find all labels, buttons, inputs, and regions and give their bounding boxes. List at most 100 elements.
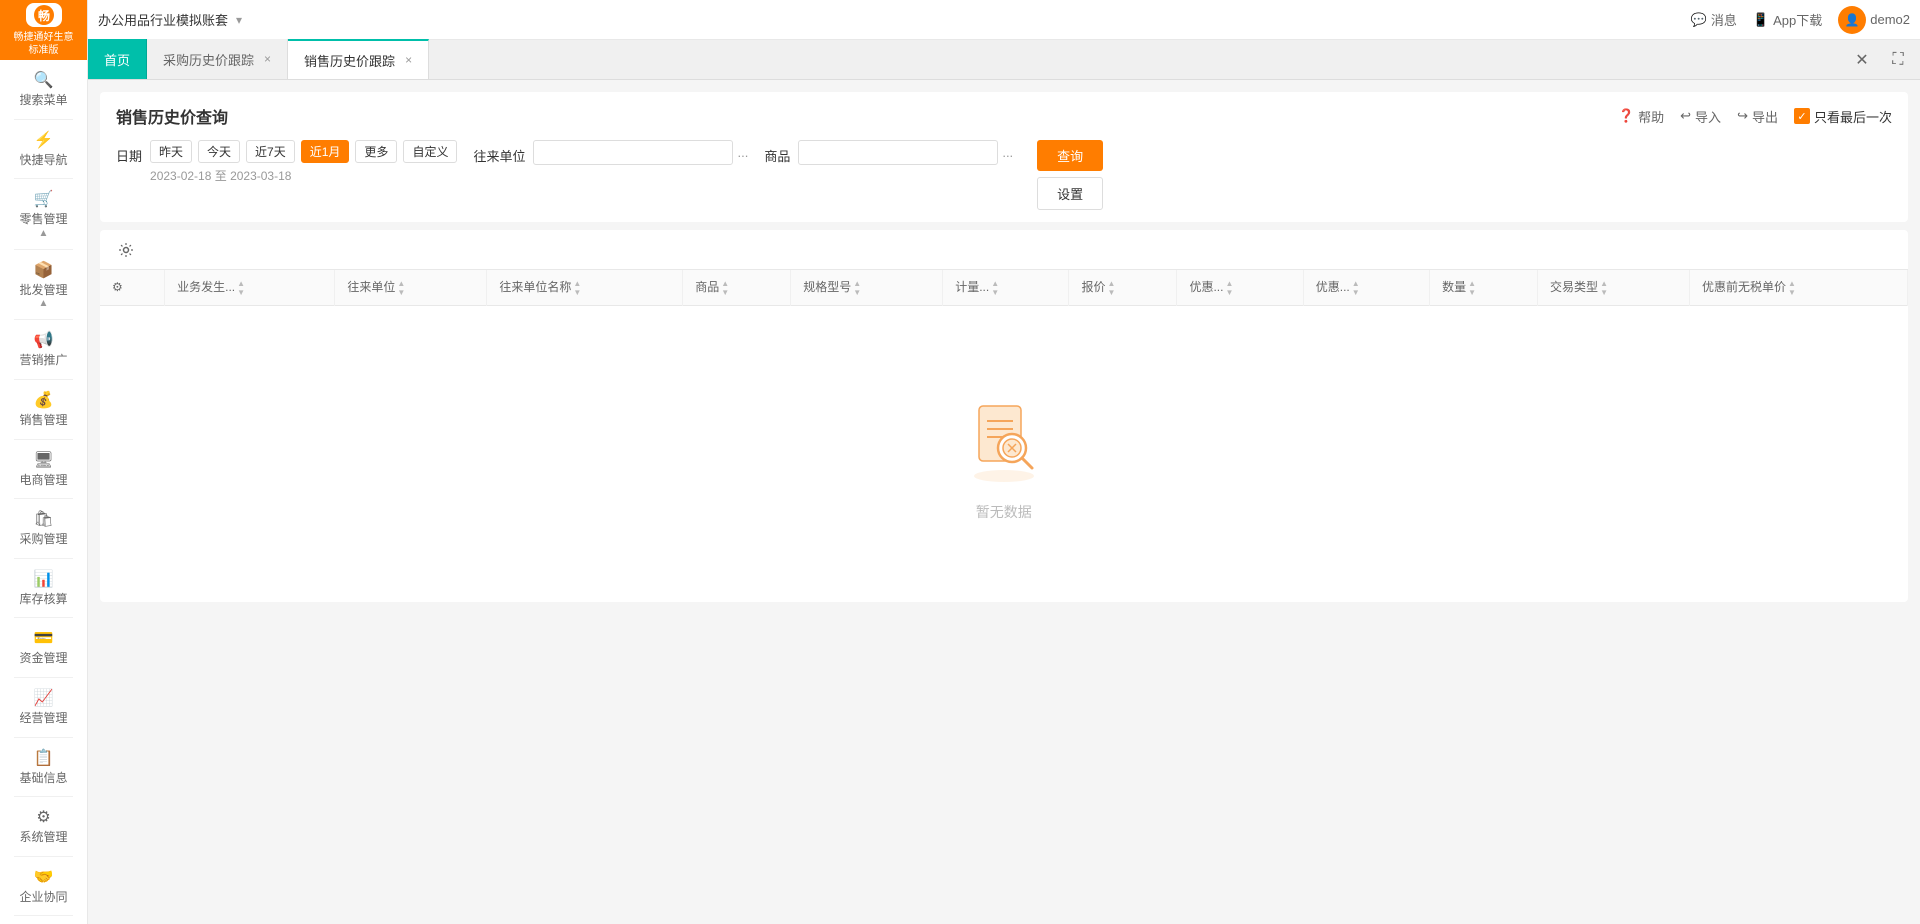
only-last-checkbox[interactable]: ✓ 只看最后一次 <box>1794 107 1892 126</box>
date-preset-近1月[interactable]: 近1月 <box>301 140 350 163</box>
sort-arrows: ▲▼ <box>1352 279 1360 297</box>
topbar-dropdown-icon[interactable]: ▾ <box>236 13 242 27</box>
col-header-partner_name[interactable]: 往来单位名称▲▼ <box>487 270 683 305</box>
topbar-app-title: 办公用品行业模拟账套 <box>98 10 228 29</box>
date-preset-昨天[interactable]: 昨天 <box>150 140 192 163</box>
sidebar-label-ecommerce: 电商管理 <box>19 473 67 489</box>
date-preset-更多[interactable]: 更多 <box>355 140 397 163</box>
sidebar-label-search: 搜索菜单 <box>19 93 67 109</box>
col-header-discount2[interactable]: 优惠...▲▼ <box>1303 270 1429 305</box>
sidebar-item-guide[interactable]: 🎯 新手引导 <box>14 916 72 924</box>
date-label: 日期 <box>116 140 142 165</box>
sidebar-item-marketing[interactable]: 📢 营销推广 <box>14 320 72 380</box>
sidebar-item-retail[interactable]: 🛒 零售管理 ▲ <box>14 179 72 250</box>
fullscreen-btn[interactable]: ⛶ <box>1884 46 1912 74</box>
sidebar-item-sales[interactable]: 💰 销售管理 <box>14 380 72 440</box>
tab-sales-history[interactable]: 销售历史价跟踪× <box>288 39 429 79</box>
col-header-discount1[interactable]: 优惠...▲▼ <box>1177 270 1303 305</box>
page-content: 销售历史价查询 ❓ 帮助 ↩ 导入 ↪ 导出 ✓ <box>88 80 1920 924</box>
sidebar-item-finance[interactable]: 💳 资金管理 <box>14 618 72 678</box>
sidebar-item-ecommerce[interactable]: 🖥 电商管理 <box>14 440 72 500</box>
app-download-btn[interactable]: 📱 App下载 <box>1753 10 1822 29</box>
checkbox-icon: ✓ <box>1794 108 1810 124</box>
sort-arrows: ▲▼ <box>1600 279 1608 297</box>
col-header-unit[interactable]: 计量...▲▼ <box>943 270 1069 305</box>
partner-label: 往来单位 <box>473 140 525 165</box>
date-preset-自定义[interactable]: 自定义 <box>403 140 457 163</box>
sort-arrows: ▲▼ <box>237 279 245 297</box>
empty-text: 暂无数据 <box>976 502 1032 522</box>
inventory-icon: 📊 <box>34 569 54 589</box>
date-preset-今天[interactable]: 今天 <box>198 140 240 163</box>
col-header-trade_type[interactable]: 交易类型▲▼ <box>1538 270 1690 305</box>
sidebar-label-system: 系统管理 <box>19 830 67 846</box>
import-btn[interactable]: ↩ 导入 <box>1680 107 1721 126</box>
sidebar-item-operations[interactable]: 📈 经营管理 <box>14 678 72 738</box>
tab-home[interactable]: 首页 <box>88 39 147 79</box>
query-panel: 销售历史价查询 ❓ 帮助 ↩ 导入 ↪ 导出 ✓ <box>100 92 1908 222</box>
sidebar-label-quick-nav: 快捷导航 <box>19 153 67 169</box>
col-header-spec[interactable]: 规格型号▲▼ <box>791 270 943 305</box>
sidebar-label-inventory: 库存核算 <box>19 592 67 608</box>
sidebar-label-finance: 资金管理 <box>19 651 67 667</box>
table-settings-icon[interactable] <box>112 236 140 264</box>
sort-arrows: ▲▼ <box>1468 279 1476 297</box>
sidebar-item-basic[interactable]: 📋 基础信息 <box>14 738 72 798</box>
col-header-biz_date[interactable]: 业务发生...▲▼ <box>165 270 335 305</box>
settings-button[interactable]: 设置 <box>1037 177 1103 210</box>
col-header-quote[interactable]: 报价▲▼ <box>1069 270 1177 305</box>
query-button[interactable]: 查询 <box>1037 140 1103 171</box>
partner-input[interactable] <box>533 140 733 165</box>
empty-icon <box>954 386 1054 486</box>
goods-input[interactable] <box>798 140 998 165</box>
date-preset-近7天[interactable]: 近7天 <box>246 140 295 163</box>
empty-state: 暂无数据 <box>100 306 1908 602</box>
export-icon: ↪ <box>1737 108 1748 124</box>
sidebar-item-system[interactable]: ⚙ 系统管理 <box>14 797 72 857</box>
export-label: 导出 <box>1752 107 1778 126</box>
only-last-label: 只看最后一次 <box>1814 107 1892 126</box>
logo-icon: 畅 <box>26 3 62 27</box>
partner-filter: 往来单位 ... <box>473 140 748 165</box>
finance-icon: 💳 <box>34 628 54 648</box>
help-icon: ❓ <box>1618 108 1634 124</box>
col-header-qty[interactable]: 数量▲▼ <box>1430 270 1538 305</box>
message-btn[interactable]: 💬 消息 <box>1691 10 1737 29</box>
close-tab-purchase-history[interactable]: × <box>264 52 271 66</box>
sidebar-item-search[interactable]: 🔍 搜索菜单 <box>14 60 72 120</box>
partner-input-group: ... <box>533 140 748 165</box>
sidebar-item-purchase[interactable]: 🛍 采购管理 <box>14 499 72 559</box>
query-panel-header: 销售历史价查询 ❓ 帮助 ↩ 导入 ↪ 导出 ✓ <box>116 104 1892 128</box>
enterprise-icon: 🤝 <box>34 867 54 887</box>
col-header-goods[interactable]: 商品▲▼ <box>683 270 791 305</box>
action-buttons: 查询 设置 <box>1037 140 1103 210</box>
date-range-text: 2023-02-18 至 2023-03-18 <box>150 167 457 184</box>
filter-row: 日期 昨天今天近7天近1月更多自定义 2023-02-18 至 2023-03-… <box>116 140 1892 210</box>
tabbar: 首页采购历史价跟踪×销售历史价跟踪× ✕ ⛶ <box>88 40 1920 80</box>
avatar-icon: 👤 <box>1845 13 1860 27</box>
close-tab-btn[interactable]: ✕ <box>1848 46 1876 74</box>
col-settings-icon[interactable]: ⚙ <box>112 280 123 294</box>
sidebar-item-quick-nav[interactable]: ⚡ 快捷导航 <box>14 120 72 180</box>
close-tab-sales-history[interactable]: × <box>405 53 412 67</box>
sidebar-item-wholesale[interactable]: 📦 批发管理 ▲ <box>14 250 72 321</box>
partner-dots-btn[interactable]: ... <box>737 145 748 160</box>
page-title: 销售历史价查询 <box>116 104 228 128</box>
sidebar-label-operations: 经营管理 <box>19 711 67 727</box>
tab-purchase-history[interactable]: 采购历史价跟踪× <box>147 39 288 79</box>
import-icon: ↩ <box>1680 108 1691 124</box>
export-btn[interactable]: ↪ 导出 <box>1737 107 1778 126</box>
col-header-pretax_price[interactable]: 优惠前无税单价▲▼ <box>1690 270 1908 305</box>
sort-arrows: ▲▼ <box>397 279 405 297</box>
col-header-partner_code[interactable]: 往来单位▲▼ <box>335 270 487 305</box>
operations-icon: 📈 <box>34 688 54 708</box>
user-profile[interactable]: 👤 demo2 <box>1838 6 1910 34</box>
topbar: 办公用品行业模拟账套 ▾ 💬 消息 📱 App下载 👤 demo2 <box>88 0 1920 40</box>
sidebar-item-inventory[interactable]: 📊 库存核算 <box>14 559 72 619</box>
sidebar-logo: 畅 畅捷通好生意 标准版 <box>0 0 87 60</box>
sidebar-item-enterprise[interactable]: 🤝 企业协同 <box>14 857 72 917</box>
expand-arrow-wholesale: ▲ <box>39 298 49 309</box>
goods-dots-btn[interactable]: ... <box>1002 145 1013 160</box>
help-btn[interactable]: ❓ 帮助 <box>1618 107 1664 126</box>
retail-icon: 🛒 <box>34 189 54 209</box>
